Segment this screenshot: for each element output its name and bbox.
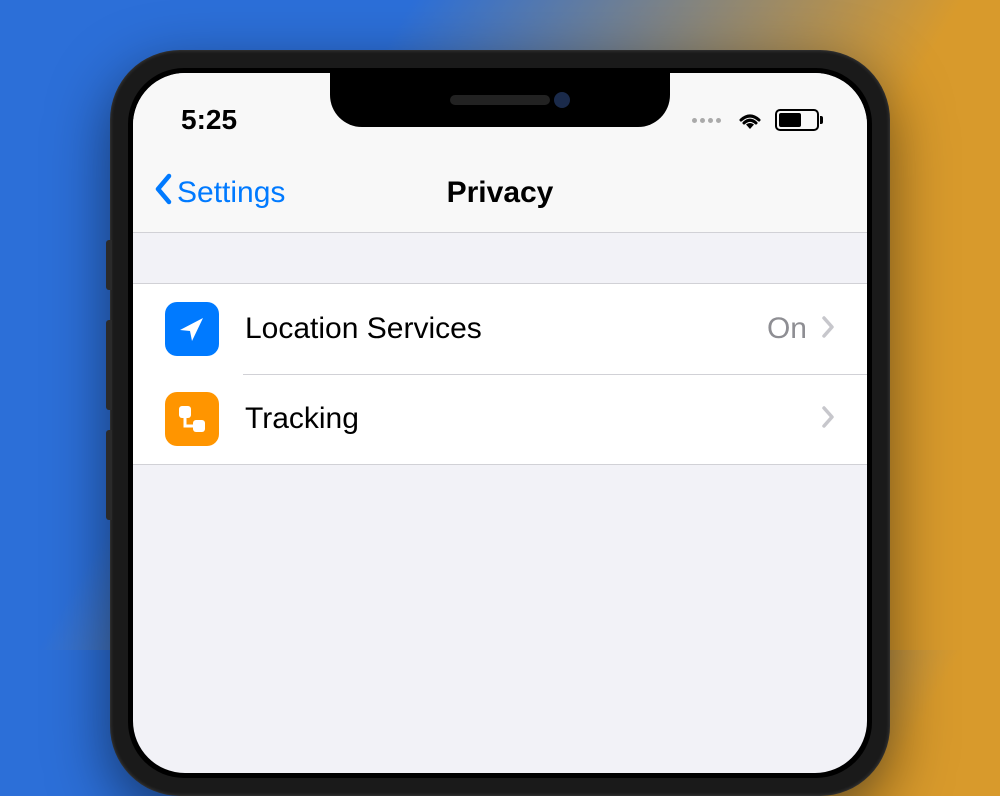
volume-down-button: [106, 430, 112, 520]
chevron-left-icon: [153, 173, 173, 213]
screen: 5:25: [133, 73, 867, 773]
chevron-right-icon: [821, 405, 835, 434]
settings-group: Location Services On: [133, 283, 867, 465]
back-button[interactable]: Settings: [153, 173, 285, 213]
row-tracking[interactable]: Tracking: [133, 374, 867, 464]
row-label: Tracking: [245, 402, 821, 436]
battery-icon: [775, 109, 819, 131]
status-indicators: [692, 109, 819, 131]
chevron-right-icon: [821, 315, 835, 344]
phone-frame: 5:25: [110, 50, 890, 796]
volume-up-button: [106, 320, 112, 410]
row-label: Location Services: [245, 312, 767, 346]
status-time: 5:25: [181, 104, 237, 136]
navigation-bar: Settings Privacy: [133, 153, 867, 233]
location-arrow-icon: [165, 302, 219, 356]
tracking-icon: [165, 392, 219, 446]
wifi-icon: [735, 109, 765, 131]
back-label: Settings: [177, 176, 285, 210]
silent-switch: [106, 240, 112, 290]
front-camera: [554, 92, 570, 108]
page-title: Privacy: [447, 176, 554, 210]
speaker-grille: [450, 95, 550, 105]
cellular-dots-icon: [692, 118, 721, 123]
row-value: On: [767, 312, 807, 346]
notch: [330, 73, 670, 127]
row-location-services[interactable]: Location Services On: [133, 284, 867, 374]
settings-content: Location Services On: [133, 233, 867, 465]
